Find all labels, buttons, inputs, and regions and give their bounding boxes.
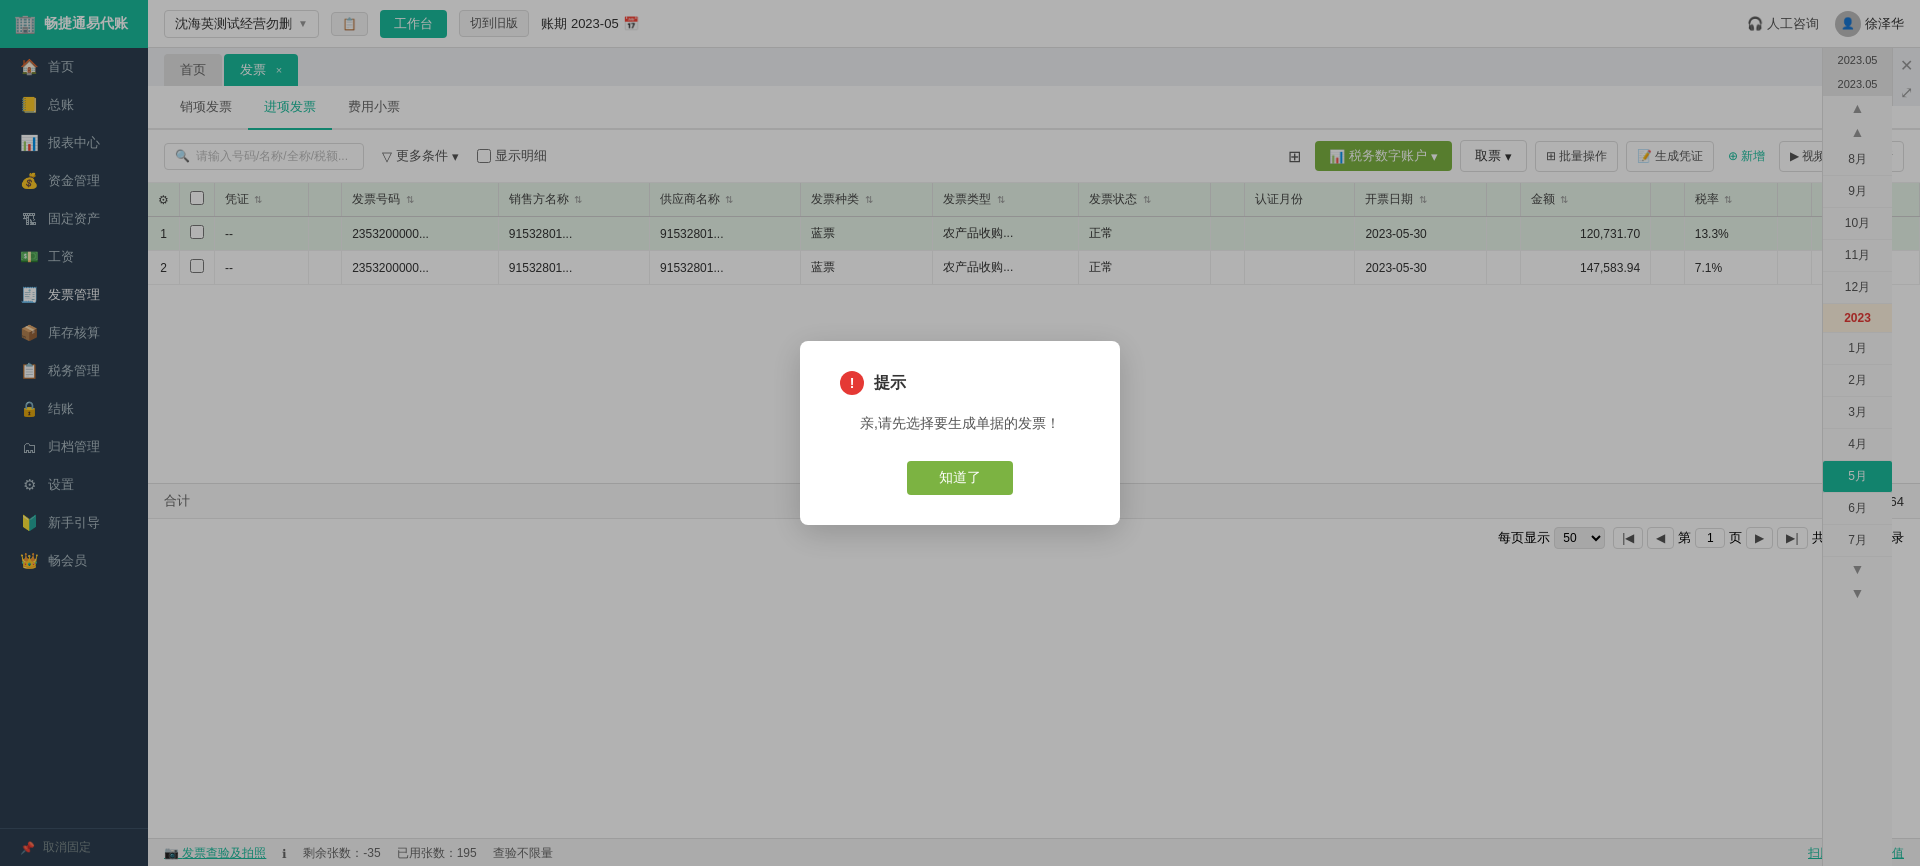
modal-overlay[interactable]: ! 提示 亲,请先选择要生成单据的发票！ 知道了 xyxy=(0,0,1920,866)
warning-icon: ! xyxy=(840,371,864,395)
modal-confirm-button[interactable]: 知道了 xyxy=(907,461,1013,495)
prompt-modal: ! 提示 亲,请先选择要生成单据的发票！ 知道了 xyxy=(800,341,1120,525)
modal-message: 亲,请先选择要生成单据的发票！ xyxy=(840,415,1080,433)
modal-header: ! 提示 xyxy=(840,371,1080,395)
modal-title: 提示 xyxy=(874,373,906,394)
